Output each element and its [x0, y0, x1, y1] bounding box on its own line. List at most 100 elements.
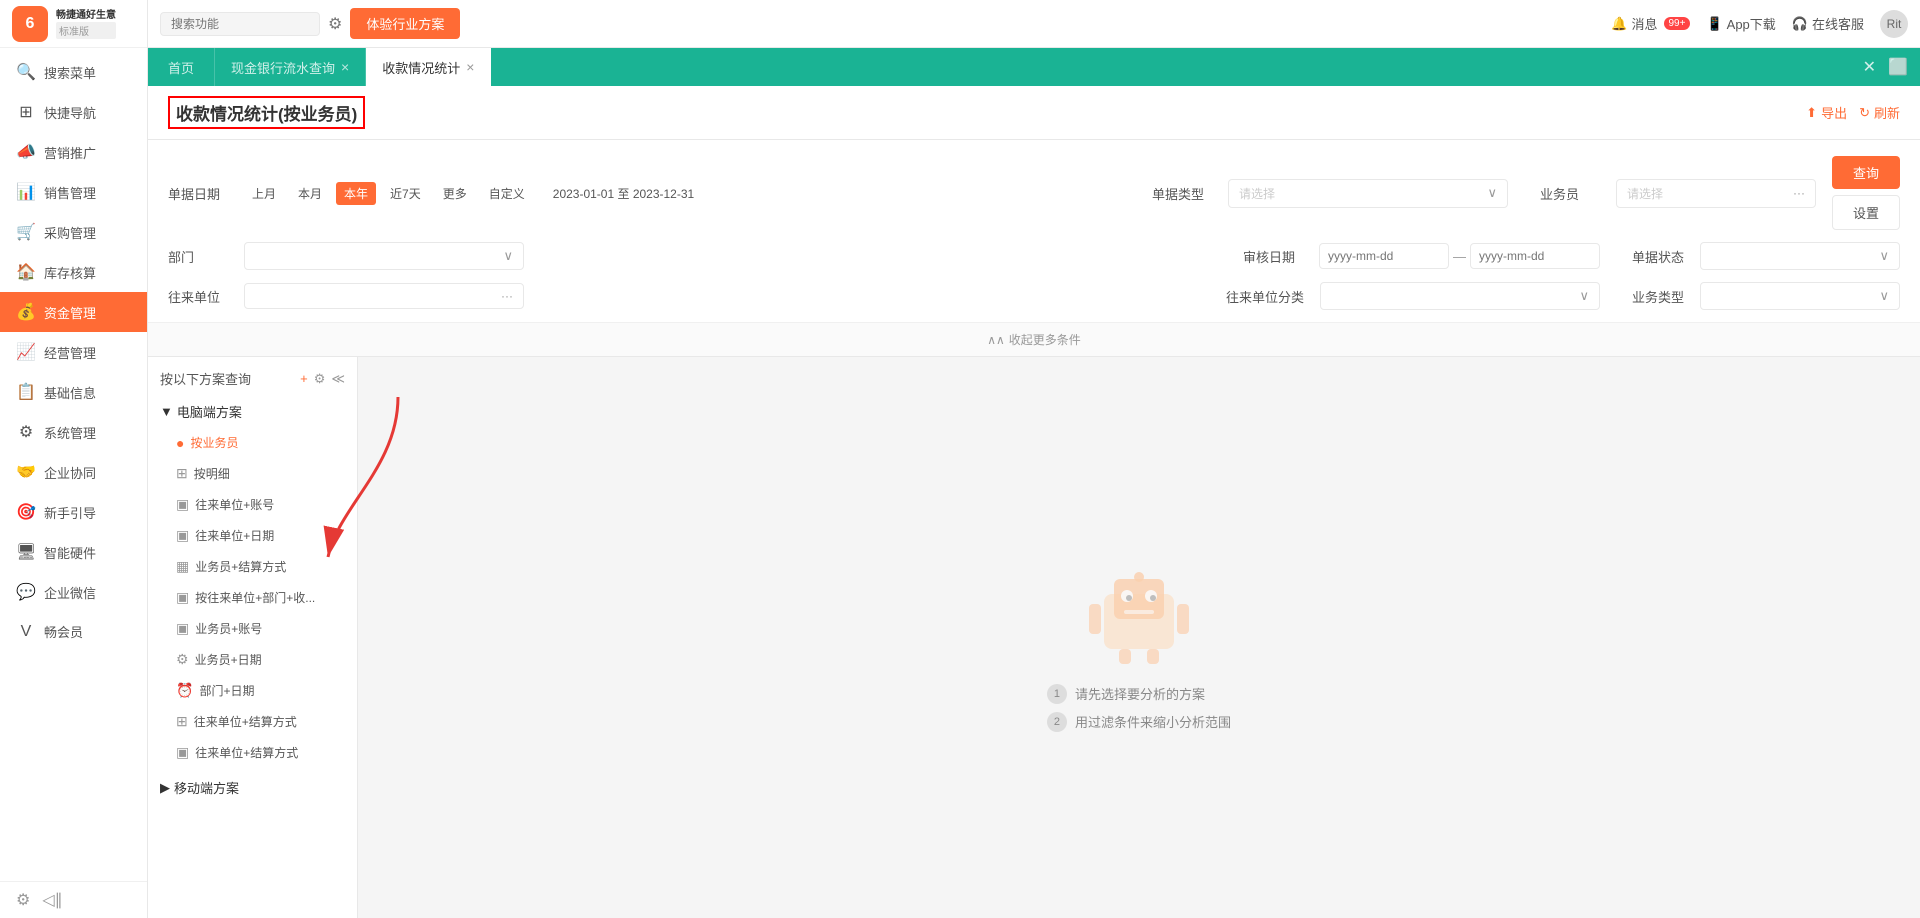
chevron-down-icon: ∨	[1487, 185, 1497, 201]
date-tab-近7天[interactable]: 近7天	[382, 182, 429, 205]
scheme-panel: 按以下方案查询 + ⚙ ≪ ▼ 电脑端方案 ● 按业务员 ⊞ 按明细 ▣	[148, 357, 358, 918]
scheme-item-partner-date[interactable]: ▣ 往来单位+日期	[148, 520, 357, 551]
hint-text-2: 用过滤条件来缩小分析范围	[1075, 712, 1231, 731]
nav-label-hardware: 智能硬件	[44, 543, 131, 562]
empty-hints: 1 请先选择要分析的方案 2 用过滤条件来缩小分析范围	[1047, 684, 1231, 732]
refresh-button[interactable]: ↻ 刷新	[1859, 103, 1900, 122]
logo-area: 6 畅捷通好生意 标准版	[0, 0, 147, 48]
sidebar-item-inventory[interactable]: 🏠 库存核算	[0, 252, 147, 292]
date-tab-本月[interactable]: 本月	[290, 182, 330, 205]
sidebar-item-quick-nav[interactable]: ⊞ 快捷导航	[0, 92, 147, 132]
scheme-item-by-detail[interactable]: ⊞ 按明细	[148, 458, 357, 489]
biz-type-chevron-icon: ∨	[1879, 288, 1889, 304]
scheme-icon-by-detail: ⊞	[176, 465, 188, 482]
date-filter-label: 单据日期	[168, 184, 228, 203]
scheme-item-partner-account[interactable]: ▣ 往来单位+账号	[148, 489, 357, 520]
sidebar-item-basic[interactable]: 📋 基础信息	[0, 372, 147, 412]
review-date-end[interactable]	[1470, 243, 1600, 269]
online-service-action[interactable]: 🎧 在线客服	[1792, 14, 1864, 33]
sidebar-item-corp[interactable]: 🤝 企业协同	[0, 452, 147, 492]
search-input[interactable]	[160, 12, 320, 36]
nav-label-operation: 经营管理	[44, 343, 131, 362]
mobile-group-label: 移动端方案	[174, 778, 239, 797]
scheme-icon-dept-date: ⏰	[176, 682, 193, 699]
partner-category-select[interactable]: ∨	[1320, 282, 1600, 310]
close-window-icon[interactable]: ✕	[1863, 57, 1876, 77]
scheme-settings-icon[interactable]: ⚙	[314, 371, 326, 387]
messages-action[interactable]: 🔔 消息 99+	[1611, 14, 1690, 33]
sidebar-item-purchase[interactable]: 🛒 采购管理	[0, 212, 147, 252]
user-avatar[interactable]: Rit	[1880, 10, 1908, 38]
date-tab-本年[interactable]: 本年	[336, 182, 376, 205]
review-date-inputs: —	[1319, 243, 1600, 269]
tab-home[interactable]: 首页	[148, 48, 215, 86]
app-download-label: App下载	[1727, 14, 1776, 33]
trial-button[interactable]: 体验行业方案	[350, 8, 460, 39]
biz-type-select[interactable]: ∨	[1700, 282, 1900, 310]
collection-tab-label: 收款情况统计	[382, 58, 460, 77]
dept-label: 部门	[168, 247, 228, 266]
review-date-start[interactable]	[1319, 243, 1449, 269]
scheme-group-pc-header[interactable]: ▼ 电脑端方案	[148, 396, 357, 427]
date-tab-上月[interactable]: 上月	[244, 182, 284, 205]
scheme-item-partner-settle2[interactable]: ▣ 往来单位+结算方式	[148, 737, 357, 768]
sidebar-item-member[interactable]: V 畅会员	[0, 612, 147, 651]
collapse-panel-icon[interactable]: ≪	[331, 371, 345, 387]
scheme-item-salesman-account[interactable]: ▣ 业务员+账号	[148, 613, 357, 644]
scheme-item-salesman-date[interactable]: ⚙ 业务员+日期	[148, 644, 357, 675]
sidebar-item-system[interactable]: ⚙ 系统管理	[0, 412, 147, 452]
scheme-label-salesman-date: 业务员+日期	[195, 651, 262, 668]
tab-collection[interactable]: 收款情况统计 ×	[366, 48, 491, 86]
app-download-action[interactable]: 📱 App下载	[1706, 14, 1775, 33]
date-tab-更多[interactable]: 更多	[435, 182, 475, 205]
scheme-item-dept-date[interactable]: ⏰ 部门+日期	[148, 675, 357, 706]
scheme-label-partner-settle2: 往来单位+结算方式	[195, 744, 298, 761]
doc-status-chevron-icon: ∨	[1879, 248, 1889, 264]
nav-label-corp: 企业协同	[44, 463, 131, 482]
nav-label-sales: 销售管理	[44, 183, 131, 202]
date-filter-tabs: 上月本月本年近7天更多自定义	[244, 182, 533, 205]
sidebar-item-operation[interactable]: 📈 经营管理	[0, 332, 147, 372]
export-button[interactable]: ⬆ 导出	[1806, 103, 1847, 122]
hint-number-1: 1	[1047, 684, 1067, 704]
add-scheme-icon[interactable]: +	[300, 371, 308, 387]
sidebar-item-sales[interactable]: 📊 销售管理	[0, 172, 147, 212]
date-tab-自定义[interactable]: 自定义	[481, 182, 533, 205]
maximize-window-icon[interactable]: ⬜	[1888, 57, 1908, 77]
settings-icon[interactable]: ⚙	[328, 14, 342, 34]
settings-button[interactable]: 设置	[1832, 195, 1900, 230]
scheme-item-salesman-settle[interactable]: ▦ 业务员+结算方式	[148, 551, 357, 582]
hint-text-1: 请先选择要分析的方案	[1075, 684, 1205, 703]
sidebar-item-search-menu[interactable]: 🔍 搜索菜单	[0, 52, 147, 92]
export-icon: ⬆	[1806, 105, 1817, 121]
sidebar-item-finance[interactable]: 💰 资金管理	[0, 292, 147, 332]
scheme-icon-partner-dept-collect: ▣	[176, 589, 189, 606]
doc-type-select[interactable]: 请选择 ∨	[1228, 179, 1508, 208]
query-button[interactable]: 查询	[1832, 156, 1900, 189]
page-title: 收款情况统计(按业务员)	[168, 96, 365, 129]
nav-label-guide: 新手引导	[44, 503, 131, 522]
scheme-item-partner-dept-collect[interactable]: ▣ 按往来单位+部门+收...	[148, 582, 357, 613]
sidebar-item-hardware[interactable]: 🖥 智能硬件	[0, 532, 147, 572]
scheme-label-dept-date: 部门+日期	[199, 682, 254, 699]
scheme-panel-header: 按以下方案查询 + ⚙ ≪	[148, 369, 357, 396]
collection-tab-close[interactable]: ×	[466, 60, 474, 74]
nav-icon-corp: 🤝	[16, 462, 36, 482]
doc-status-select[interactable]: ∨	[1700, 242, 1900, 270]
collapse-more-btn[interactable]: ∧∧ 收起更多条件	[148, 322, 1920, 356]
partner-select[interactable]: ···	[244, 283, 524, 309]
collapse-sidebar-icon[interactable]: ◁∥	[42, 890, 62, 910]
sidebar-item-guide[interactable]: 🎯 新手引导	[0, 492, 147, 532]
tab-cashflow[interactable]: 现金银行流水查询 ×	[215, 48, 366, 86]
scheme-item-by-salesman[interactable]: ● 按业务员	[148, 427, 357, 458]
sidebar-item-wechat[interactable]: 💬 企业微信	[0, 572, 147, 612]
sidebar-item-marketing[interactable]: 📣 营销推广	[0, 132, 147, 172]
cashflow-tab-close[interactable]: ×	[341, 60, 349, 74]
page-header: 收款情况统计(按业务员) ⬆ 导出 ↻ 刷新	[148, 86, 1920, 140]
scheme-item-partner-settle1[interactable]: ⊞ 往来单位+结算方式	[148, 706, 357, 737]
salesman-select[interactable]: 请选择 ···	[1616, 179, 1816, 208]
scheme-group-mobile-header[interactable]: ▶ 移动端方案	[148, 772, 357, 803]
scheme-icon-salesman-settle: ▦	[176, 558, 189, 575]
settings-footer-icon[interactable]: ⚙	[16, 890, 30, 910]
dept-select[interactable]: ∨	[244, 242, 524, 270]
